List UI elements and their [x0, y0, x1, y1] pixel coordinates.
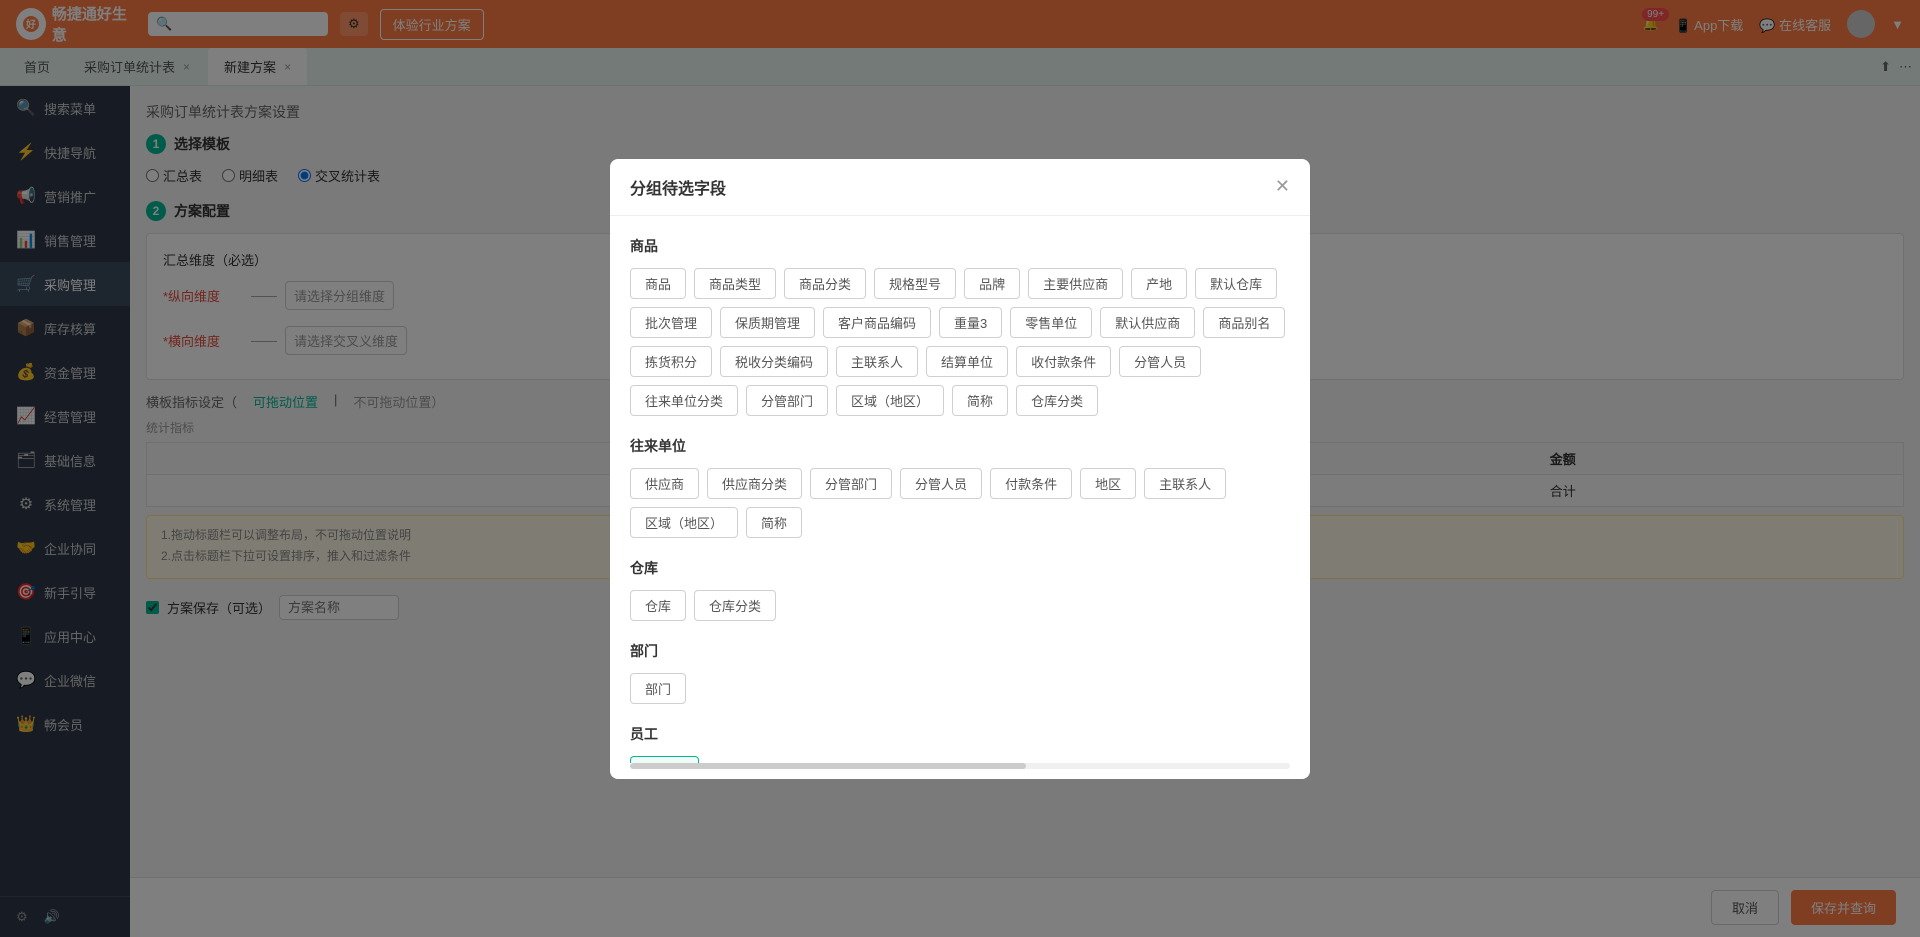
field-tag[interactable]: 重量3	[939, 307, 1002, 338]
field-select-modal: 分组待选字段 ✕ 商品商品商品类型商品分类规格型号品牌主要供应商产地默认仓库批次…	[610, 159, 1310, 779]
field-tag[interactable]: 简称	[746, 507, 802, 538]
field-tag[interactable]: 商品别名	[1203, 307, 1285, 338]
field-tag[interactable]: 批次管理	[630, 307, 712, 338]
field-tag[interactable]: 主联系人	[1144, 468, 1226, 499]
field-tag[interactable]: 默认仓库	[1195, 268, 1277, 299]
field-tags-员工: 业务员	[630, 756, 1290, 763]
field-tag[interactable]: 零售单位	[1010, 307, 1092, 338]
field-tag[interactable]: 分管人员	[900, 468, 982, 499]
field-tag[interactable]: 结算单位	[926, 346, 1008, 377]
field-tag[interactable]: 收付款条件	[1016, 346, 1111, 377]
field-tags-仓库: 仓库仓库分类	[630, 590, 1290, 621]
modal-overlay: 分组待选字段 ✕ 商品商品商品类型商品分类规格型号品牌主要供应商产地默认仓库批次…	[0, 0, 1920, 937]
field-tag[interactable]: 税收分类编码	[720, 346, 828, 377]
field-tag[interactable]: 拣货积分	[630, 346, 712, 377]
field-tag[interactable]: 区域（地区）	[630, 507, 738, 538]
field-tag[interactable]: 商品类型	[694, 268, 776, 299]
modal-header: 分组待选字段 ✕	[610, 159, 1310, 216]
field-tag[interactable]: 规格型号	[874, 268, 956, 299]
field-tag[interactable]: 主联系人	[836, 346, 918, 377]
field-tag[interactable]: 分管部门	[746, 385, 828, 416]
field-group-title: 商品	[630, 236, 1290, 256]
field-tag[interactable]: 简称	[952, 385, 1008, 416]
field-tag[interactable]: 仓库	[630, 590, 686, 621]
field-tag[interactable]: 供应商	[630, 468, 699, 499]
field-tag[interactable]: 品牌	[964, 268, 1020, 299]
field-group-仓库: 仓库仓库仓库分类	[630, 558, 1290, 621]
field-tag[interactable]: 商品	[630, 268, 686, 299]
field-group-商品: 商品商品商品类型商品分类规格型号品牌主要供应商产地默认仓库批次管理保质期管理客户…	[630, 236, 1290, 416]
field-tag[interactable]: 仓库分类	[694, 590, 776, 621]
field-tag[interactable]: 保质期管理	[720, 307, 815, 338]
field-tags-商品: 商品商品类型商品分类规格型号品牌主要供应商产地默认仓库批次管理保质期管理客户商品…	[630, 268, 1290, 416]
field-group-title: 员工	[630, 724, 1290, 744]
field-tag[interactable]: 付款条件	[990, 468, 1072, 499]
field-tag[interactable]: 往来单位分类	[630, 385, 738, 416]
field-group-往来单位: 往来单位供应商供应商分类分管部门分管人员付款条件地区主联系人区域（地区） 简称	[630, 436, 1290, 538]
h-scroll-thumb	[630, 763, 1026, 769]
field-tag[interactable]: 区域（地区）	[836, 385, 944, 416]
field-tags-部门: 部门	[630, 673, 1290, 704]
field-group-title: 仓库	[630, 558, 1290, 578]
field-tag[interactable]: 仓库分类	[1016, 385, 1098, 416]
field-tag[interactable]: 客户商品编码	[823, 307, 931, 338]
field-tag[interactable]: 业务员	[630, 756, 699, 763]
field-tag[interactable]: 商品分类	[784, 268, 866, 299]
field-group-title: 部门	[630, 641, 1290, 661]
field-tag[interactable]: 分管部门	[810, 468, 892, 499]
field-tag[interactable]: 部门	[630, 673, 686, 704]
field-group-title: 往来单位	[630, 436, 1290, 456]
modal-title: 分组待选字段	[630, 175, 726, 199]
field-tag[interactable]: 默认供应商	[1100, 307, 1195, 338]
modal-horizontal-scrollbar[interactable]	[630, 763, 1290, 769]
field-tag[interactable]: 产地	[1131, 268, 1187, 299]
field-group-部门: 部门部门	[630, 641, 1290, 704]
modal-close-button[interactable]: ✕	[1275, 176, 1290, 197]
field-tag[interactable]: 分管人员	[1119, 346, 1201, 377]
field-tags-往来单位: 供应商供应商分类分管部门分管人员付款条件地区主联系人区域（地区） 简称	[630, 468, 1290, 538]
field-tag[interactable]: 地区	[1080, 468, 1136, 499]
modal-body: 商品商品商品类型商品分类规格型号品牌主要供应商产地默认仓库批次管理保质期管理客户…	[610, 216, 1310, 763]
field-tag[interactable]: 供应商分类	[707, 468, 802, 499]
field-tag[interactable]: 主要供应商	[1028, 268, 1123, 299]
field-group-员工: 员工业务员	[630, 724, 1290, 763]
